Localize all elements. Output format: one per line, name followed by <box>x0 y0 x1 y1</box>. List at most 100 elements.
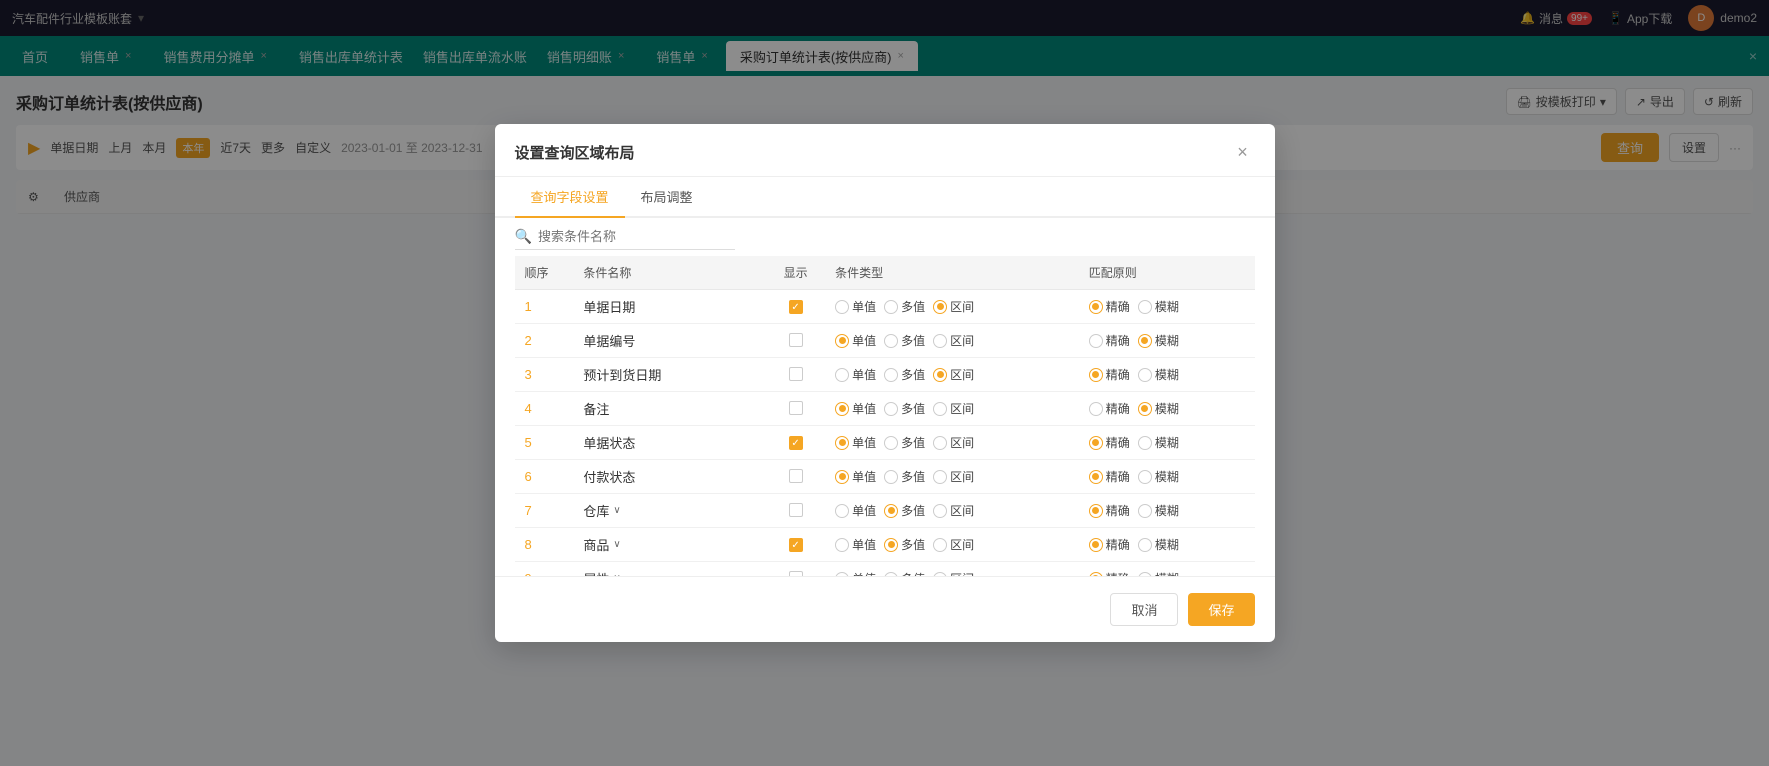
type-radio-single[interactable]: 单值 <box>835 536 876 553</box>
type-radio-multi[interactable]: 多值 <box>884 400 925 417</box>
type-radio-single[interactable]: 单值 <box>835 298 876 315</box>
seq-number: 1 <box>525 299 532 314</box>
type-radio-label-range: 区间 <box>950 332 974 349</box>
type-radio-group: 单值多值 区间 <box>835 366 1069 383</box>
type-radio-multi[interactable]: 多值 <box>884 434 925 451</box>
cell-display <box>766 358 825 392</box>
type-radio-range[interactable]: 区间 <box>933 298 974 315</box>
match-radio-precise[interactable]: 精确 <box>1089 502 1130 519</box>
match-radio-group: 精确模糊 <box>1089 536 1245 553</box>
col-name-wrap: 单据编号 <box>583 331 756 350</box>
type-radio-range[interactable]: 区间 <box>933 400 974 417</box>
col-name-wrap: 单据状态 <box>583 433 756 452</box>
match-radio-precise[interactable]: 精确 <box>1089 434 1130 451</box>
match-radio-fuzzy[interactable]: 模糊 <box>1138 434 1179 451</box>
cell-match: 精确 模糊 <box>1079 494 1255 528</box>
type-radio-multi[interactable]: 多值 <box>884 502 925 519</box>
match-radio-label-fuzzy: 模糊 <box>1155 468 1179 485</box>
search-input[interactable] <box>538 229 718 244</box>
type-radio-single[interactable]: 单值 <box>835 434 876 451</box>
condition-name: 单据状态 <box>583 433 635 452</box>
cell-type: 单值多值区间 <box>825 460 1079 494</box>
dialog-close-button[interactable]: × <box>1231 140 1255 164</box>
type-radio-range[interactable]: 区间 <box>933 332 974 349</box>
expand-arrow-icon[interactable]: ∨ <box>613 539 620 550</box>
type-radio-multi[interactable]: 多值 <box>884 536 925 553</box>
condition-name: 预计到货日期 <box>583 365 661 384</box>
save-button[interactable]: 保存 <box>1188 593 1254 626</box>
type-radio-label-range: 区间 <box>950 298 974 315</box>
type-radio-single[interactable]: 单值 <box>835 400 876 417</box>
match-radio-fuzzy[interactable]: 模糊 <box>1138 298 1179 315</box>
condition-name: 仓库 <box>583 501 609 520</box>
match-radio-fuzzy[interactable]: 模糊 <box>1138 366 1179 383</box>
match-radio-fuzzy[interactable]: 模糊 <box>1138 400 1179 417</box>
dialog-search-area: 🔍 <box>495 218 1275 256</box>
type-radio-range[interactable]: 区间 <box>933 536 974 553</box>
dialog-tab-layout[interactable]: 布局调整 <box>625 177 709 218</box>
seq-number: 8 <box>525 537 532 552</box>
match-radio-fuzzy[interactable]: 模糊 <box>1138 502 1179 519</box>
type-radio-single[interactable]: 单值 <box>835 502 876 519</box>
type-radio-multi[interactable]: 多值 <box>884 298 925 315</box>
match-radio-fuzzy[interactable]: 模糊 <box>1138 536 1179 553</box>
dialog-footer: 取消 保存 <box>495 576 1275 642</box>
cell-name: 付款状态 <box>573 460 766 494</box>
type-radio-single[interactable]: 单值 <box>835 332 876 349</box>
col-name-wrap: 备注 <box>583 399 756 418</box>
cell-name: 商品 ∨ <box>573 528 766 562</box>
cell-match: 精确 模糊 <box>1079 460 1255 494</box>
type-radio-label-range: 区间 <box>950 366 974 383</box>
match-radio-label-precise: 精确 <box>1106 298 1130 315</box>
match-radio-precise[interactable]: 精确 <box>1089 400 1130 417</box>
match-radio-label-precise: 精确 <box>1106 536 1130 553</box>
type-radio-multi[interactable]: 多值 <box>884 468 925 485</box>
save-label: 保存 <box>1208 603 1234 618</box>
cancel-button[interactable]: 取消 <box>1110 593 1178 626</box>
type-radio-range[interactable]: 区间 <box>933 434 974 451</box>
type-radio-range[interactable]: 区间 <box>933 366 974 383</box>
match-radio-label-fuzzy: 模糊 <box>1155 366 1179 383</box>
expand-arrow-icon[interactable]: ∨ <box>613 505 620 516</box>
cell-type: 单值多值区间 <box>825 494 1079 528</box>
dialog-table-wrap: 顺序 条件名称 显示 条件类型 匹配原则 1单据日期✓单值多值区间精确模糊2单据… <box>495 256 1275 576</box>
table-row: 1单据日期✓单值多值区间精确模糊 <box>515 290 1255 324</box>
type-radio-single[interactable]: 单值 <box>835 468 876 485</box>
cell-name: 预计到货日期 <box>573 358 766 392</box>
cell-seq: 5 <box>515 426 574 460</box>
type-radio-label-multi: 多值 <box>901 434 925 451</box>
cell-display <box>766 494 825 528</box>
modal-overlay: 设置查询区域布局 × 查询字段设置 布局调整 🔍 顺序 <box>0 0 1769 766</box>
dialog-tab-fields[interactable]: 查询字段设置 <box>515 177 625 218</box>
match-radio-label-precise: 精确 <box>1106 502 1130 519</box>
match-radio-fuzzy[interactable]: 模糊 <box>1138 468 1179 485</box>
cell-display <box>766 324 825 358</box>
type-radio-label-multi: 多值 <box>901 298 925 315</box>
table-row: 6付款状态单值多值区间精确模糊 <box>515 460 1255 494</box>
type-radio-group: 单值 多值区间 <box>835 536 1069 553</box>
match-radio-precise[interactable]: 精确 <box>1089 366 1130 383</box>
type-radio-single[interactable]: 单值 <box>835 366 876 383</box>
match-radio-precise[interactable]: 精确 <box>1089 536 1130 553</box>
cancel-label: 取消 <box>1131 603 1157 618</box>
match-radio-precise[interactable]: 精确 <box>1089 332 1130 349</box>
type-radio-range[interactable]: 区间 <box>933 468 974 485</box>
match-radio-precise[interactable]: 精确 <box>1089 468 1130 485</box>
type-radio-multi[interactable]: 多值 <box>884 332 925 349</box>
col-name-wrap: 商品 ∨ <box>583 535 756 554</box>
cell-seq: 3 <box>515 358 574 392</box>
type-radio-label-single: 单值 <box>852 468 876 485</box>
match-radio-label-fuzzy: 模糊 <box>1155 332 1179 349</box>
type-radio-label-single: 单值 <box>852 502 876 519</box>
type-radio-label-multi: 多值 <box>901 536 925 553</box>
cell-seq: 2 <box>515 324 574 358</box>
cell-name: 仓库 ∨ <box>573 494 766 528</box>
match-radio-label-fuzzy: 模糊 <box>1155 434 1179 451</box>
dialog-title: 设置查询区域布局 <box>515 142 635 163</box>
match-radio-fuzzy[interactable]: 模糊 <box>1138 332 1179 349</box>
match-radio-precise[interactable]: 精确 <box>1089 298 1130 315</box>
match-radio-label-fuzzy: 模糊 <box>1155 502 1179 519</box>
type-radio-range[interactable]: 区间 <box>933 502 974 519</box>
table-row: 5单据状态✓单值多值区间精确模糊 <box>515 426 1255 460</box>
type-radio-multi[interactable]: 多值 <box>884 366 925 383</box>
